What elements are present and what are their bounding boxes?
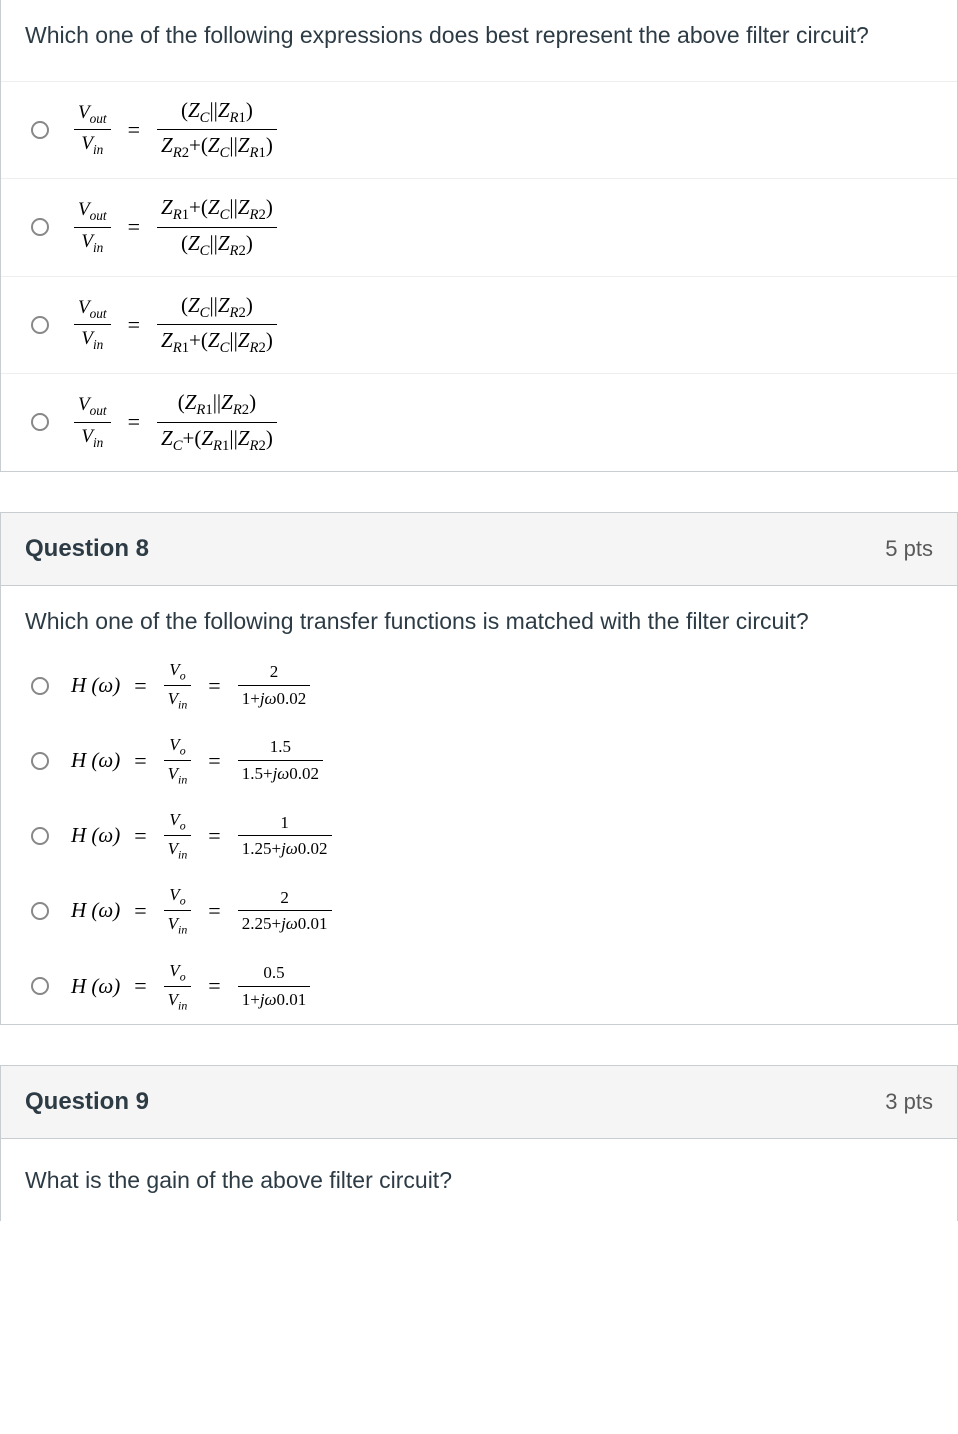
question-9-body: What is the gain of the above filter cir… (1, 1139, 957, 1222)
question-7-card: Which one of the following expressions d… (0, 0, 958, 472)
q8-option-2-label: H (ω) = Vo Vin = 1.5 1.5+jω0.02 (71, 733, 326, 788)
question-9-card: Question 9 3 pts What is the gain of the… (0, 1065, 958, 1222)
question-8-prompt: Which one of the following transfer func… (1, 586, 957, 649)
question-8-options: H (ω) = Vo Vin = 2 1+jω0.02 H (ω) (1, 648, 957, 1023)
radio-icon (31, 121, 49, 139)
q7-option-1[interactable]: Vout Vin = (ZC||ZR1) ZR2+(ZC||ZR1) (1, 82, 957, 179)
question-8-body: Which one of the following transfer func… (1, 586, 957, 1024)
question-8-header: Question 8 5 pts (1, 513, 957, 586)
question-9-prompt: What is the gain of the above filter cir… (25, 1163, 933, 1212)
q8-option-5-label: H (ω) = Vo Vin = 0.5 1+jω0.01 (71, 959, 313, 1014)
q8-option-5[interactable]: H (ω) = Vo Vin = 0.5 1+jω0.01 (1, 949, 957, 1024)
q8-option-1[interactable]: H (ω) = Vo Vin = 2 1+jω0.02 (1, 648, 957, 723)
q7-option-2[interactable]: Vout Vin = ZR1+(ZC||ZR2) (ZC||ZR2) (1, 178, 957, 276)
q8-option-3[interactable]: H (ω) = Vo Vin = 1 1.25+jω0.02 (1, 798, 957, 873)
radio-icon (31, 218, 49, 236)
q7-option-3[interactable]: Vout Vin = (ZC||ZR2) ZR1+(ZC||ZR2) (1, 276, 957, 374)
radio-icon (31, 413, 49, 431)
q8-option-4[interactable]: H (ω) = Vo Vin = 2 2.25+jω0.01 (1, 873, 957, 948)
q8-option-2[interactable]: H (ω) = Vo Vin = 1.5 1.5+jω0.02 (1, 723, 957, 798)
question-8-title: Question 8 (25, 535, 149, 563)
q7-option-4-label: Vout Vin = (ZR1||ZR2) ZC+(ZR1||ZR2) (71, 388, 280, 457)
radio-icon (31, 902, 49, 920)
q8-option-4-label: H (ω) = Vo Vin = 2 2.25+jω0.01 (71, 883, 335, 938)
q7-option-1-label: Vout Vin = (ZC||ZR1) ZR2+(ZC||ZR1) (71, 96, 280, 165)
question-9-pts: 3 pts (885, 1089, 933, 1115)
q7-option-4[interactable]: Vout Vin = (ZR1||ZR2) ZC+(ZR1||ZR2) (1, 373, 957, 471)
question-8-card: Question 8 5 pts Which one of the follow… (0, 512, 958, 1025)
radio-icon (31, 977, 49, 995)
radio-icon (31, 316, 49, 334)
radio-icon (31, 827, 49, 845)
question-7-prompt: Which one of the following expressions d… (1, 0, 957, 82)
q7-option-2-label: Vout Vin = ZR1+(ZC||ZR2) (ZC||ZR2) (71, 193, 280, 262)
radio-icon (31, 677, 49, 695)
question-8-pts: 5 pts (885, 536, 933, 562)
question-7-options: Vout Vin = (ZC||ZR1) ZR2+(ZC||ZR1) Vout … (1, 82, 957, 471)
question-9-title: Question 9 (25, 1088, 149, 1116)
q8-option-1-label: H (ω) = Vo Vin = 2 1+jω0.02 (71, 658, 313, 713)
question-9-header: Question 9 3 pts (1, 1066, 957, 1139)
q7-option-3-label: Vout Vin = (ZC||ZR2) ZR1+(ZC||ZR2) (71, 291, 280, 360)
radio-icon (31, 752, 49, 770)
q8-option-3-label: H (ω) = Vo Vin = 1 1.25+jω0.02 (71, 808, 335, 863)
